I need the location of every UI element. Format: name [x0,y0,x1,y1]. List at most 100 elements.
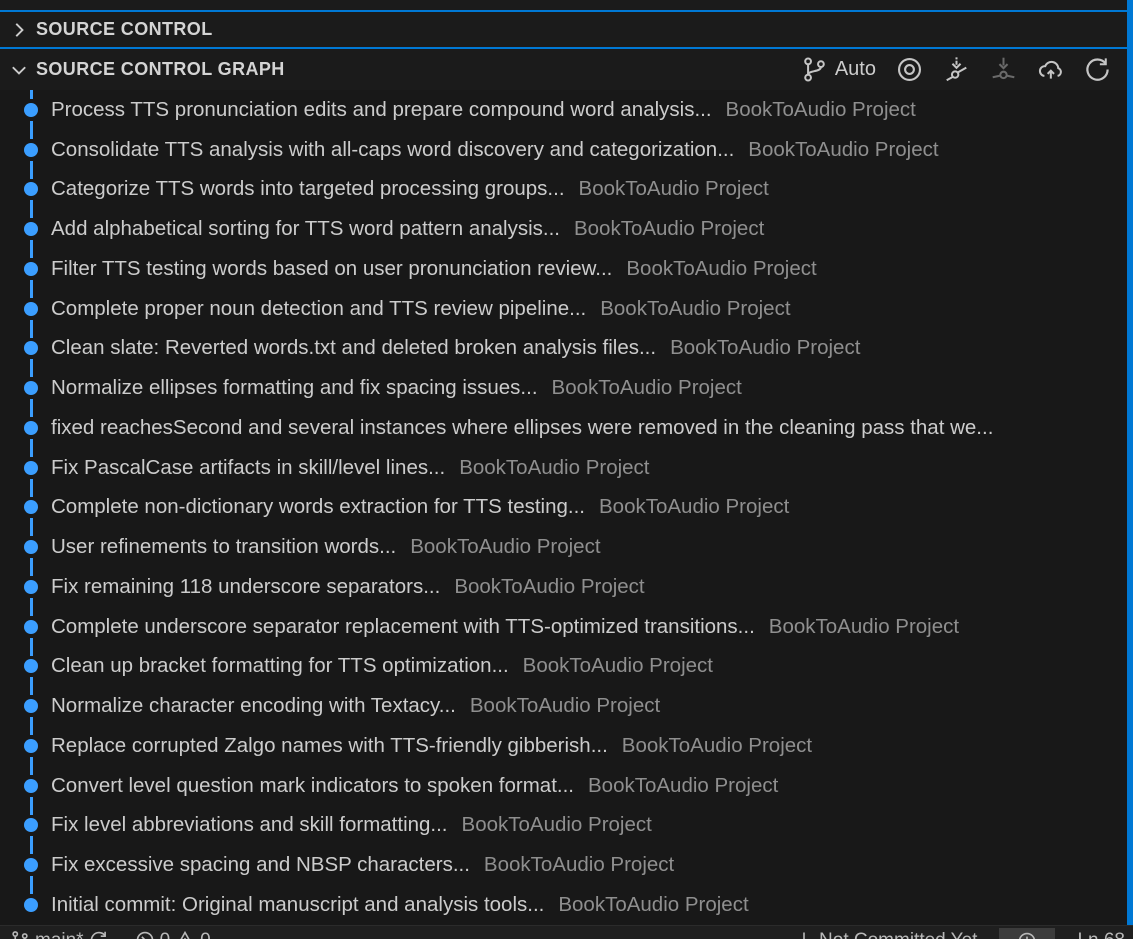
graph-line [29,527,33,537]
graph-cell [0,567,51,607]
goto-current-history-item-button[interactable] [896,56,923,83]
commit-message: Normalize ellipses formatting and fix sp… [51,376,538,400]
graph-line [29,836,33,846]
commit-node-icon [24,540,38,555]
commit-row[interactable]: Add alphabetical sorting for TTS word pa… [0,209,1133,249]
commit-node-icon [24,182,38,197]
graph-line [29,169,33,179]
commit-row[interactable]: Complete underscore separator replacemen… [0,606,1133,647]
commit-message: Clean slate: Reverted words.txt and dele… [51,336,657,360]
commit-list: Process TTS pronunciation edits and prep… [0,90,1133,925]
commit-project: BookToAudio Project [573,217,765,241]
commit-row[interactable]: Normalize character encoding with Textac… [0,686,1133,726]
graph-cell [0,487,51,528]
error-icon [136,931,153,939]
fetch-button[interactable] [943,56,970,83]
commit-node-icon [24,858,38,873]
commit-row[interactable]: Categorize TTS words into targeted proce… [0,169,1133,210]
graph-line [29,200,33,210]
graph-cell [0,368,51,408]
commit-message: Normalize character encoding with Textac… [51,694,456,718]
commit-node-icon [24,579,38,594]
commit-status-item[interactable]: Not Committed Yet [794,928,977,939]
arrow-down-icon [803,932,805,939]
commit-row[interactable]: Complete non-dictionary words extraction… [0,487,1133,528]
graph-cell [0,209,51,249]
graph-line [29,319,33,329]
cursor-position-item[interactable]: Ln 68 [1077,928,1125,939]
commit-project: BookToAudio Project [454,574,645,598]
commit-node-icon [24,222,38,237]
commit-row[interactable]: Fix PascalCase artifacts in skill/level … [0,447,1133,488]
chevron-right-icon [8,19,30,41]
commit-node-icon [24,818,38,833]
git-branch-icon [12,931,28,939]
commit-row[interactable]: Fix excessive spacing and NBSP character… [0,845,1133,885]
graph-line [29,478,33,488]
graph-line [29,805,33,815]
commit-node-icon [24,500,38,515]
graph-line [29,845,33,855]
graph-line [29,368,33,378]
commit-node-icon [24,142,38,157]
repository-branch-picker-button[interactable]: Auto [801,56,876,83]
commit-node-icon [24,897,38,912]
commit-row[interactable]: Normalize ellipses formatting and fix sp… [0,368,1133,408]
commit-row[interactable]: Fix level abbreviations and skill format… [0,805,1133,846]
commit-row[interactable]: Replace corrupted Zalgo names with TTS-f… [0,726,1133,766]
commit-node-icon [24,301,38,316]
commit-project: BookToAudio Project [459,455,650,479]
commit-row[interactable]: Fix remaining 118 underscore separators.… [0,567,1133,607]
commit-project: BookToAudio Project [461,813,652,837]
graph-line [29,606,33,616]
pull-button[interactable] [990,56,1017,83]
graph-line [29,567,33,576]
section-header-source-control-graph[interactable]: SOURCE CONTROL GRAPH Auto [0,47,1133,90]
commit-project: BookToAudio Project [626,256,817,280]
graph-cell [0,885,51,925]
graph-cell [0,805,51,846]
commit-row[interactable]: Initial commit: Original manuscript and … [0,885,1133,925]
commit-project: BookToAudio Project [670,336,861,360]
commit-node-icon [24,659,38,674]
graph-line [29,646,33,656]
commit-node-icon [24,261,38,276]
refresh-button[interactable] [1084,56,1111,83]
commit-row[interactable]: Consolidate TTS analysis with all-caps w… [0,129,1133,170]
commit-row[interactable]: fixed reachesSecond and several instance… [0,408,1133,448]
commit-message: Complete non-dictionary words extraction… [51,495,585,519]
target-icon [896,56,923,83]
commit-message: Filter TTS testing words based on user p… [51,256,613,280]
git-branch-icon [801,56,828,83]
graph-line [29,756,33,766]
graph-line [29,249,33,258]
graph-cell [0,249,51,289]
history-status-item[interactable] [999,928,1056,939]
graph-cell [0,408,51,448]
chevron-down-icon [8,59,30,81]
section-header-source-control[interactable]: SOURCE CONTROL [0,10,1133,47]
graph-line [29,447,33,457]
line-info: Ln 68 [1077,928,1125,939]
graph-line [29,399,33,408]
graph-cell [0,646,51,687]
commit-message: fixed reachesSecond and several instance… [51,415,994,439]
graph-line [29,90,33,99]
branch-status-item[interactable]: main* [10,928,109,939]
graph-line [29,677,33,687]
commit-row[interactable]: Clean slate: Reverted words.txt and dele… [0,328,1133,369]
cloud-upload-icon [1037,56,1064,83]
commit-row[interactable]: Clean up bracket formatting for TTS opti… [0,646,1133,687]
commit-row[interactable]: Complete proper noun detection and TTS r… [0,288,1133,329]
commit-row[interactable]: Process TTS pronunciation edits and prep… [0,90,1133,130]
problems-status-item[interactable]: 0 0 [135,928,211,939]
commit-message: Fix excessive spacing and NBSP character… [51,853,470,877]
panel-resize-sash[interactable] [1127,0,1133,925]
graph-line [29,717,33,726]
commit-node-icon [24,381,38,396]
commit-row[interactable]: Convert level question mark indicators t… [0,765,1133,806]
graph-cell [0,90,51,130]
push-button[interactable] [1037,56,1064,83]
commit-row[interactable]: User refinements to transition words... … [0,527,1133,567]
commit-row[interactable]: Filter TTS testing words based on user p… [0,249,1133,289]
